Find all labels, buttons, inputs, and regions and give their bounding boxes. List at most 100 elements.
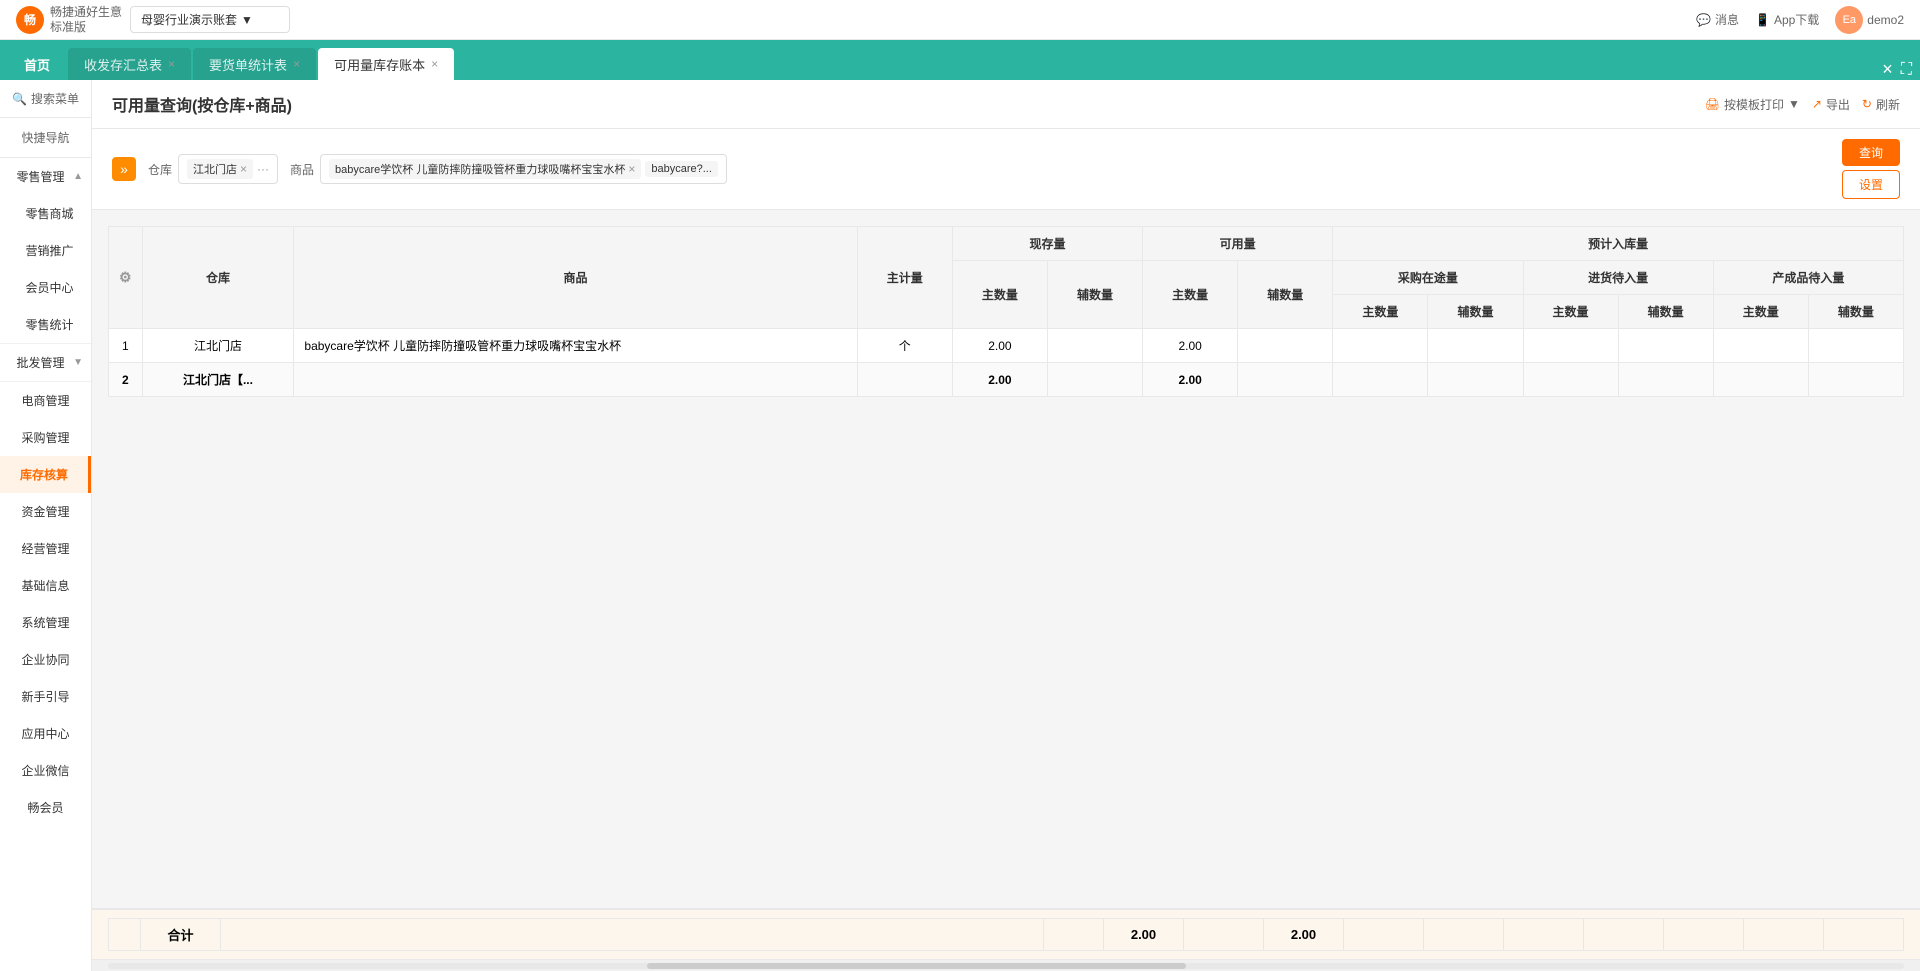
sidebar-item-inventory[interactable]: 库存核算: [0, 456, 91, 493]
col-product: 商品: [294, 227, 857, 329]
cell-incoming-main: [1523, 329, 1618, 363]
export-button[interactable]: ↗ 导出: [1812, 96, 1850, 113]
refresh-button[interactable]: ↻ 刷新: [1862, 96, 1900, 113]
refresh-icon: ↻: [1862, 97, 1872, 111]
message-action[interactable]: 💬 消息: [1696, 11, 1739, 28]
sidebar-item-member2[interactable]: 畅会员: [0, 789, 91, 826]
col-current-aux: 辅数量: [1047, 261, 1142, 329]
cell-incoming-main-subtotal: [1523, 363, 1618, 397]
sidebar-item-enterprise[interactable]: 企业协同: [0, 641, 91, 678]
scroll-thumb[interactable]: [647, 963, 1186, 969]
col-finished-pending: 产成品待入量: [1713, 261, 1903, 295]
table-row: 1 江北门店 babycare学饮杯 儿童防摔防撞吸管杯重力球吸嘴杯宝宝水杯 个…: [109, 329, 1904, 363]
sidebar-item-system[interactable]: 系统管理: [0, 604, 91, 641]
table-row: 2 江北门店【... 2.00 2.00: [109, 363, 1904, 397]
close-tab-stock[interactable]: ×: [431, 57, 438, 71]
query-button[interactable]: 查询: [1842, 139, 1900, 166]
close-tab-receive[interactable]: ×: [168, 57, 175, 71]
content-area: 可用量查询(按仓库+商品) 🖨 按模板打印 ▼ ↗ 导出 ↻ 刷新: [92, 80, 1920, 971]
table-settings-icon[interactable]: ⚙: [119, 269, 132, 285]
sidebar-item-retail-mall[interactable]: 零售商城: [0, 195, 91, 232]
warehouse-input[interactable]: 江北门店 × ···: [178, 154, 278, 184]
sidebar-item-retail[interactable]: 零售管理 ▲: [0, 158, 91, 195]
sidebar-nav-shortcut[interactable]: 快捷导航: [0, 118, 91, 158]
sidebar-item-finance[interactable]: 资金管理: [0, 493, 91, 530]
sidebar-item-basic[interactable]: 基础信息: [0, 567, 91, 604]
print-button[interactable]: 🖨 按模板打印 ▼: [1705, 96, 1800, 113]
cell-avail-main-subtotal: 2.00: [1143, 363, 1238, 397]
sidebar-section-wholesale: 批发管理 ▼: [0, 344, 91, 382]
main-layout: 🔍 搜索菜单 快捷导航 零售管理 ▲ 零售商城 营销推广 会员中心 零售统计: [0, 80, 1920, 971]
search-icon: 🔍: [12, 92, 27, 106]
app-icon: 📱: [1755, 13, 1770, 27]
col-available: 可用量: [1143, 227, 1333, 261]
cell-current-aux-subtotal: [1047, 363, 1142, 397]
scroll-track[interactable]: [108, 963, 1904, 969]
cell-product-subtotal: [294, 363, 857, 397]
table-footer: 合计 2.00 2.00: [92, 908, 1920, 959]
close-tab-order[interactable]: ×: [293, 57, 300, 71]
export-icon: ↗: [1812, 97, 1822, 111]
sidebar-item-appstore[interactable]: 应用中心: [0, 715, 91, 752]
filter-bar: » 仓库 江北门店 × ··· 商品 babycare学饮杯 儿童防摔防撞吸管杯…: [92, 129, 1920, 210]
sidebar-item-newbie[interactable]: 新手引导: [0, 678, 91, 715]
filter-expand-button[interactable]: »: [112, 157, 136, 181]
col-purchase-transit: 采购在途量: [1333, 261, 1523, 295]
logo-area: 畅 畅捷通好生意 标准版: [16, 5, 122, 34]
cell-purchase-aux: [1428, 329, 1523, 363]
cell-purchase-aux-subtotal: [1428, 363, 1523, 397]
col-current-stock: 现存量: [952, 227, 1142, 261]
sidebar-item-member[interactable]: 会员中心: [0, 269, 91, 306]
settings-button[interactable]: 设置: [1842, 170, 1900, 199]
sidebar-item-wholesale[interactable]: 批发管理 ▼: [0, 344, 91, 381]
cell-warehouse-subtotal: 江北门店【...: [142, 363, 294, 397]
nav-tabs: 首页 收发存汇总表 × 要货单统计表 × 可用量库存账本 × × ⛶: [0, 40, 1920, 80]
cell-incoming-aux: [1618, 329, 1713, 363]
remove-warehouse-tag[interactable]: ×: [240, 162, 247, 176]
sidebar-item-purchase[interactable]: 采购管理: [0, 419, 91, 456]
footer-table: 合计 2.00 2.00: [108, 918, 1904, 951]
tab-home[interactable]: 首页: [8, 48, 66, 80]
footer-finished-main: [1744, 919, 1824, 951]
footer-purchase-aux: [1504, 919, 1584, 951]
footer-incoming-aux: [1664, 919, 1744, 951]
warehouse-filter: 仓库 江北门店 × ···: [148, 154, 278, 184]
col-finished-aux: 辅数量: [1808, 295, 1903, 329]
sidebar-item-ecommerce[interactable]: 电商管理: [0, 382, 91, 419]
cell-finished-main-subtotal: [1713, 363, 1808, 397]
warehouse-ellipsis: ···: [257, 162, 269, 176]
sidebar-search[interactable]: 🔍 搜索菜单: [0, 80, 91, 118]
sidebar-item-retail-stats[interactable]: 零售统计: [0, 306, 91, 343]
expand-icon[interactable]: ⛶: [1901, 61, 1912, 79]
tab-receive[interactable]: 收发存汇总表 ×: [68, 48, 191, 80]
cell-index: 2: [109, 363, 143, 397]
sidebar-item-operations[interactable]: 经营管理: [0, 530, 91, 567]
product-input[interactable]: babycare学饮杯 儿童防摔防撞吸管杯重力球吸嘴杯宝宝水杯 × babyca…: [320, 154, 727, 184]
product-tag-2: babycare?...: [645, 161, 718, 177]
remove-product-tag-1[interactable]: ×: [628, 162, 635, 176]
cell-purchase-main-subtotal: [1333, 363, 1428, 397]
footer-label: 合计: [141, 919, 221, 951]
sidebar-item-wechat[interactable]: 企业微信: [0, 752, 91, 789]
col-unit: 主计量: [857, 227, 952, 329]
close-all-icon[interactable]: ×: [1882, 59, 1893, 80]
cell-current-aux: [1047, 329, 1142, 363]
avatar: Ea: [1835, 6, 1863, 34]
toggle-wholesale: ▼: [73, 357, 83, 368]
app-logo: 畅: [16, 6, 44, 34]
col-settings: ⚙: [109, 227, 143, 329]
user-action[interactable]: Ea demo2: [1835, 6, 1904, 34]
tab-stock[interactable]: 可用量库存账本 ×: [318, 48, 454, 80]
data-table: ⚙ 仓库 商品 主计量 现存量 可用量 预计入库量 主数量 辅数量 主数量 辅数…: [108, 226, 1904, 397]
sidebar-item-marketing[interactable]: 营销推广: [0, 232, 91, 269]
tab-order[interactable]: 要货单统计表 ×: [193, 48, 316, 80]
col-incoming-aux: 辅数量: [1618, 295, 1713, 329]
cell-current-main: 2.00: [952, 329, 1047, 363]
cell-warehouse: 江北门店: [142, 329, 294, 363]
print-icon: 🖨: [1705, 97, 1720, 111]
app-download-action[interactable]: 📱 App下载: [1755, 11, 1819, 28]
store-selector[interactable]: 母婴行业演示账套 ▼: [130, 6, 290, 33]
col-avail-aux: 辅数量: [1238, 261, 1333, 329]
page-title: 可用量查询(按仓库+商品): [112, 92, 292, 116]
top-bar: 畅 畅捷通好生意 标准版 母婴行业演示账套 ▼ 💬 消息 📱 App下载 Ea …: [0, 0, 1920, 40]
